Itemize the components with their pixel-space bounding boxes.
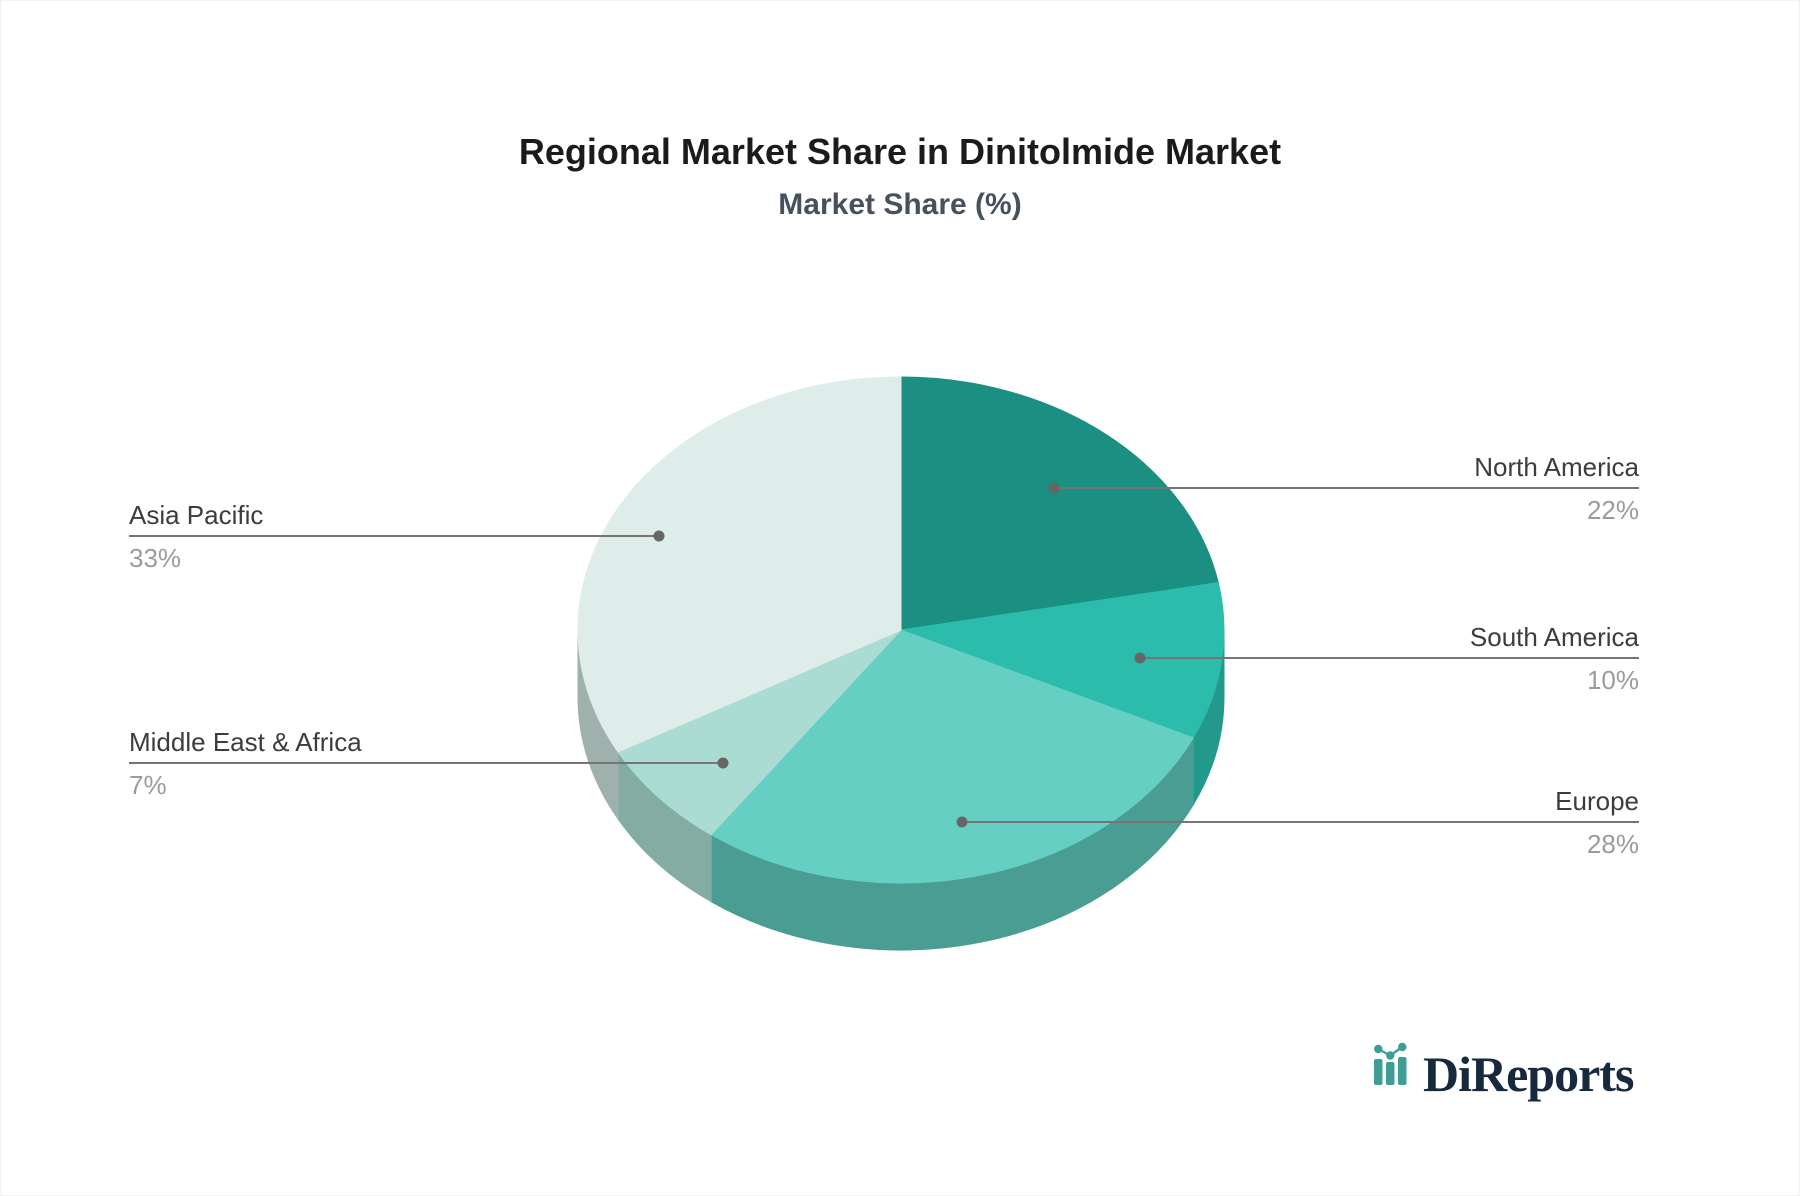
logo-bar-3 (1398, 1057, 1407, 1085)
leader-dot-middle-east-africa (717, 757, 729, 769)
leader-dot-south-america (1134, 652, 1146, 664)
leader-dot-europe (956, 816, 968, 828)
chart-canvas: Regional Market Share in Dinitolmide Mar… (0, 0, 1800, 1196)
logo-dot-1 (1374, 1044, 1383, 1054)
pie-top-layer (577, 376, 1225, 884)
brand-logo: DiReports (1371, 1037, 1634, 1102)
logo-bar-2 (1386, 1062, 1395, 1085)
brand-name: DiReports (1423, 1046, 1634, 1102)
logo-dot-3 (1398, 1042, 1407, 1052)
pie-chart-svg (129, 376, 1639, 951)
bar-line-chart-icon (1374, 1042, 1407, 1085)
logo-dot-2 (1386, 1051, 1395, 1060)
logo-bar-1 (1374, 1059, 1383, 1085)
leader-dot-north-america (1048, 482, 1060, 494)
leader-dot-asia-pacific (653, 530, 665, 542)
